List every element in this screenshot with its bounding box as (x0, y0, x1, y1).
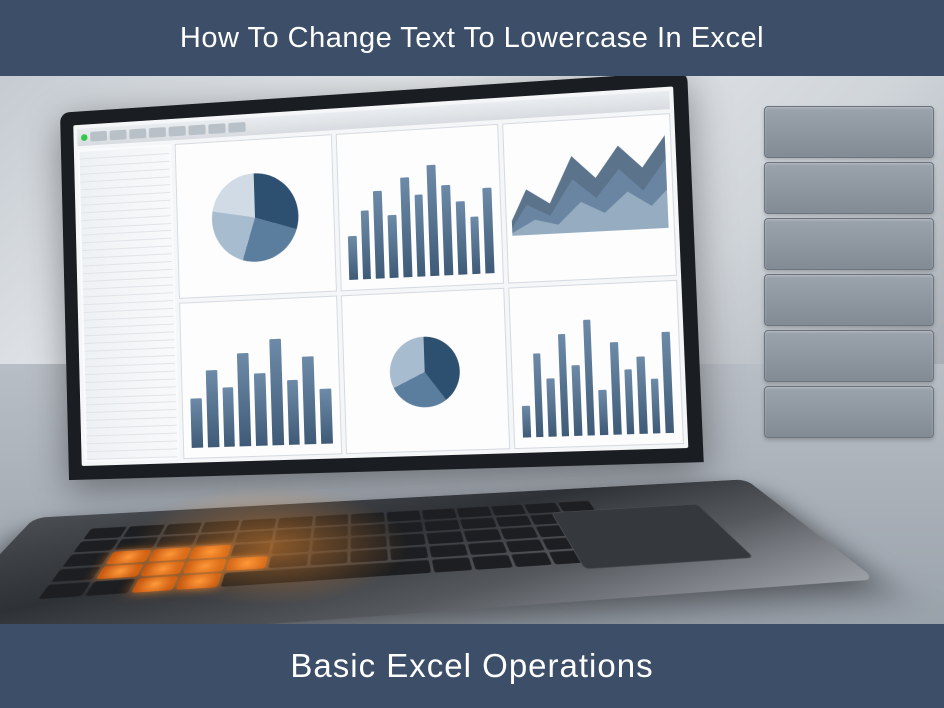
page-title: How To Change Text To Lowercase In Excel (180, 22, 764, 55)
pie-chart-icon (341, 288, 510, 454)
laptop-keyboard (38, 501, 631, 600)
footer-banner: Basic Excel Operations (0, 624, 944, 708)
laptop-base (0, 479, 876, 624)
page-subtitle: Basic Excel Operations (290, 647, 653, 685)
window-dot-icon (81, 134, 88, 141)
laptop-trackpad (551, 504, 754, 569)
bar-chart-icon (508, 280, 684, 449)
laptop (10, 91, 830, 611)
pie-chart-icon (175, 134, 337, 299)
spreadsheet-rows (78, 144, 180, 462)
header-banner: How To Change Text To Lowercase In Excel (0, 0, 944, 76)
hero-photo (0, 76, 944, 624)
bar-chart-icon (336, 124, 504, 291)
laptop-screen-bezel (60, 76, 704, 480)
excel-dashboard (73, 86, 688, 466)
bar-chart-icon (179, 295, 342, 459)
area-chart-icon (502, 113, 677, 283)
